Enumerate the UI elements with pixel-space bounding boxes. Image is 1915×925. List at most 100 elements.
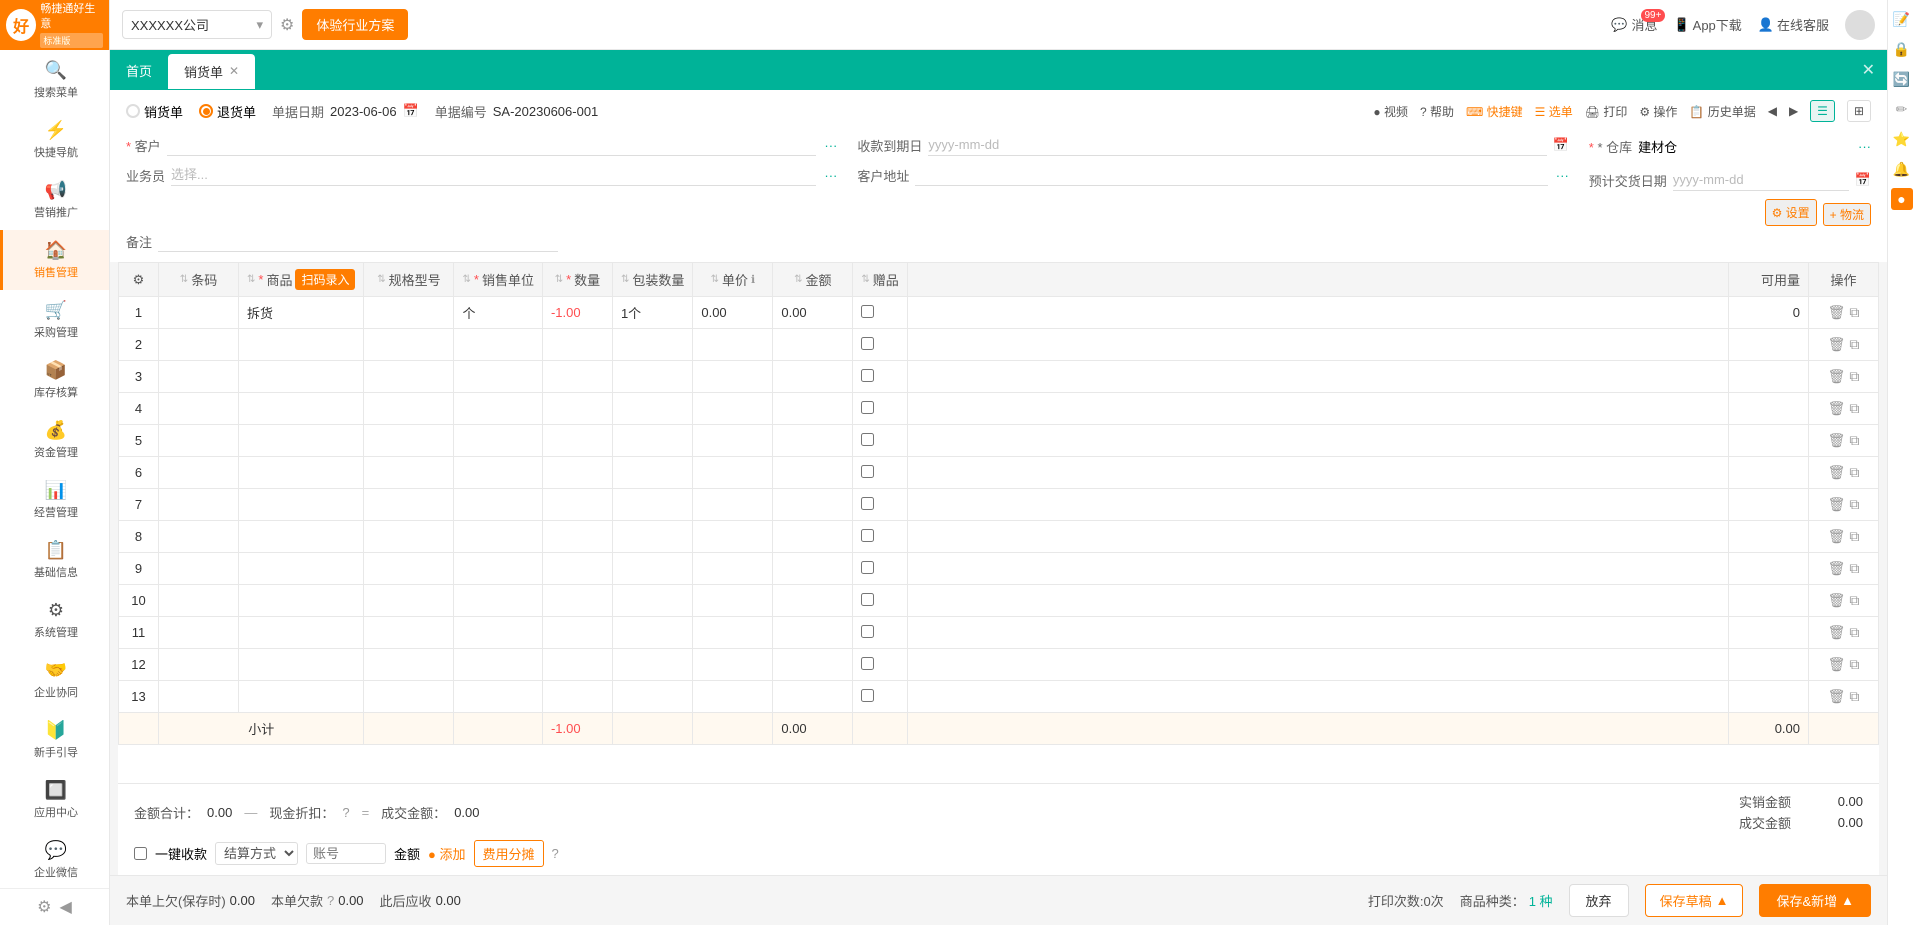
panel-orange-icon[interactable]: ● [1891, 188, 1913, 210]
app-download-btn[interactable]: 📱 App下载 [1673, 15, 1741, 34]
panel-bell-icon[interactable]: 🔔 [1891, 158, 1913, 180]
row-amount-1[interactable]: 0.00 [773, 297, 853, 329]
row-unit-1[interactable]: 个 [454, 297, 542, 329]
qty-sort-icon[interactable]: ⇅ [555, 274, 563, 285]
owe-help-icon[interactable]: ? [327, 893, 334, 908]
panel-lock-icon[interactable]: 🔒 [1891, 38, 1913, 60]
product-type-value[interactable]: 1 种 [1529, 891, 1553, 910]
sidebar-item-guide[interactable]: 🔰 新手引导 [0, 710, 109, 770]
sidebar-item-purchase[interactable]: 🛒 采购管理 [0, 290, 109, 350]
save-new-button[interactable]: 保存&新增 ▲ [1759, 884, 1871, 917]
grid-view-btn[interactable]: ⊞ [1847, 100, 1871, 122]
sidebar-item-wechat[interactable]: 💬 企业微信 [0, 830, 109, 888]
salesperson-more-icon[interactable]: ··· [824, 168, 837, 183]
sidebar-item-sales[interactable]: 🏠 销售管理 [0, 230, 109, 290]
unit-sort-icon[interactable]: ⇅ [462, 274, 470, 285]
one-click-payment-checkbox[interactable] [134, 847, 147, 860]
row-pkg-1[interactable]: 1个 [612, 297, 692, 329]
copy-icon[interactable]: ⧉ [1849, 528, 1859, 545]
sidebar-item-inventory[interactable]: 📦 库存核算 [0, 350, 109, 410]
company-selector[interactable]: XXXXXX公司 ▾ [122, 10, 272, 39]
delete-icon[interactable]: 🗑 [1828, 688, 1846, 705]
expense-split-button[interactable]: 费用分摊 [474, 840, 544, 867]
shortcut-btn[interactable]: ⌨ 快捷键 [1466, 103, 1523, 120]
copy-icon[interactable]: ⧉ [1849, 592, 1859, 609]
panel-pen-icon[interactable]: ✏ [1891, 98, 1913, 120]
gift-checkbox[interactable] [861, 401, 874, 414]
sidebar-item-system[interactable]: ⚙ 系统管理 [0, 590, 109, 650]
spec-sort-icon[interactable]: ⇅ [377, 274, 385, 285]
gift-checkbox-1[interactable] [861, 305, 874, 318]
list-view-btn[interactable]: ☰ [1810, 100, 1835, 122]
account-input[interactable] [306, 843, 386, 864]
delete-icon[interactable]: 🗑 [1828, 656, 1846, 673]
row-gift-1[interactable] [853, 297, 907, 329]
row-qty-1[interactable]: -1.00 [542, 297, 612, 329]
gift-checkbox[interactable] [861, 689, 874, 702]
sidebar-item-marketing[interactable]: 📢 营销推广 [0, 170, 109, 230]
tab-close-icon[interactable]: ✕ [229, 64, 239, 78]
sidebar-item-base[interactable]: 📋 基础信息 [0, 530, 109, 590]
discount-help-icon[interactable]: ? [342, 805, 349, 820]
sidebar-item-finance[interactable]: 💰 资金管理 [0, 410, 109, 470]
pkg-sort-icon[interactable]: ⇅ [621, 274, 629, 285]
row-memo-1[interactable] [907, 297, 1728, 329]
warehouse-more-icon[interactable]: ··· [1858, 139, 1871, 154]
payment-help-icon[interactable]: ? [552, 846, 559, 861]
gift-checkbox[interactable] [861, 593, 874, 606]
sidebar-item-collab[interactable]: 🤝 企业协同 [0, 650, 109, 710]
history-btn[interactable]: 📋 历史单据 [1689, 103, 1755, 120]
row-price-1[interactable]: 0.00 [693, 297, 773, 329]
payment-method-select[interactable]: 结算方式 [215, 842, 298, 865]
salesperson-input[interactable] [171, 164, 816, 186]
gift-checkbox[interactable] [861, 625, 874, 638]
due-date-calendar-icon[interactable]: 📅 [1553, 137, 1569, 153]
row-barcode-1[interactable] [159, 297, 239, 329]
close-all-tabs-icon[interactable]: ✕ [1862, 60, 1875, 80]
panel-edit-icon[interactable]: 📝 [1891, 8, 1913, 30]
expected-date-calendar-icon[interactable]: 📅 [1855, 172, 1871, 188]
amount-sort-icon[interactable]: ⇅ [794, 274, 802, 285]
tab-sales-order[interactable]: 销货单 ✕ [168, 54, 255, 89]
help-btn[interactable]: ? 帮助 [1420, 103, 1454, 120]
address-input[interactable] [915, 164, 1547, 186]
gift-checkbox[interactable] [861, 561, 874, 574]
sidebar-item-search[interactable]: 🔍 搜索菜单 [0, 50, 109, 110]
topbar-settings-icon[interactable]: ⚙ [280, 15, 294, 35]
delete-icon[interactable]: 🗑 [1828, 336, 1846, 353]
sort-icon[interactable]: ⇅ [180, 274, 188, 285]
gift-checkbox[interactable] [861, 337, 874, 350]
message-btn[interactable]: 💬 消息 99+ [1611, 15, 1657, 34]
copy-icon[interactable]: ⧉ [1849, 400, 1859, 417]
gift-checkbox[interactable] [861, 529, 874, 542]
copy-icon[interactable]: ⧉ [1849, 464, 1859, 481]
radio-sales-order[interactable]: 销货单 [126, 102, 183, 121]
due-date-input[interactable] [928, 134, 1546, 156]
sidebar-item-operations[interactable]: 📊 经营管理 [0, 470, 109, 530]
sidebar-item-apps[interactable]: 🔲 应用中心 [0, 770, 109, 830]
select-order-btn[interactable]: ☰ 选单 [1535, 103, 1573, 120]
panel-refresh-icon[interactable]: 🔄 [1891, 68, 1913, 90]
panel-star-icon[interactable]: ⭐ [1891, 128, 1913, 150]
gift-sort-icon[interactable]: ⇅ [861, 274, 869, 285]
delete-icon[interactable]: 🗑 [1828, 592, 1846, 609]
delete-icon[interactable]: 🗑 [1828, 464, 1846, 481]
copy-icon[interactable]: ⧉ [1849, 336, 1859, 353]
gift-checkbox[interactable] [861, 465, 874, 478]
sidebar-item-quicknav[interactable]: ⚡ 快捷导航 [0, 110, 109, 170]
abandon-button[interactable]: 放弃 [1569, 884, 1629, 917]
copy-icon[interactable]: ⧉ [1849, 656, 1859, 673]
copy-icon[interactable]: ⧉ [1849, 432, 1859, 449]
prev-btn[interactable]: ◀ [1768, 104, 1777, 118]
delete-icon[interactable]: 🗑 [1828, 624, 1846, 641]
save-draft-button[interactable]: 保存草稿 ▲ [1645, 884, 1744, 917]
trial-button[interactable]: 体验行业方案 [302, 9, 408, 40]
copy-icon[interactable]: ⧉ [1849, 368, 1859, 385]
price-info-icon[interactable]: ℹ [751, 273, 755, 286]
date-calendar-icon[interactable]: 📅 [403, 103, 419, 119]
print-btn[interactable]: 🖨 打印 [1585, 103, 1628, 120]
next-btn[interactable]: ▶ [1789, 104, 1798, 118]
gift-checkbox[interactable] [861, 369, 874, 382]
gift-checkbox[interactable] [861, 497, 874, 510]
delete-icon[interactable]: 🗑 [1828, 400, 1846, 417]
